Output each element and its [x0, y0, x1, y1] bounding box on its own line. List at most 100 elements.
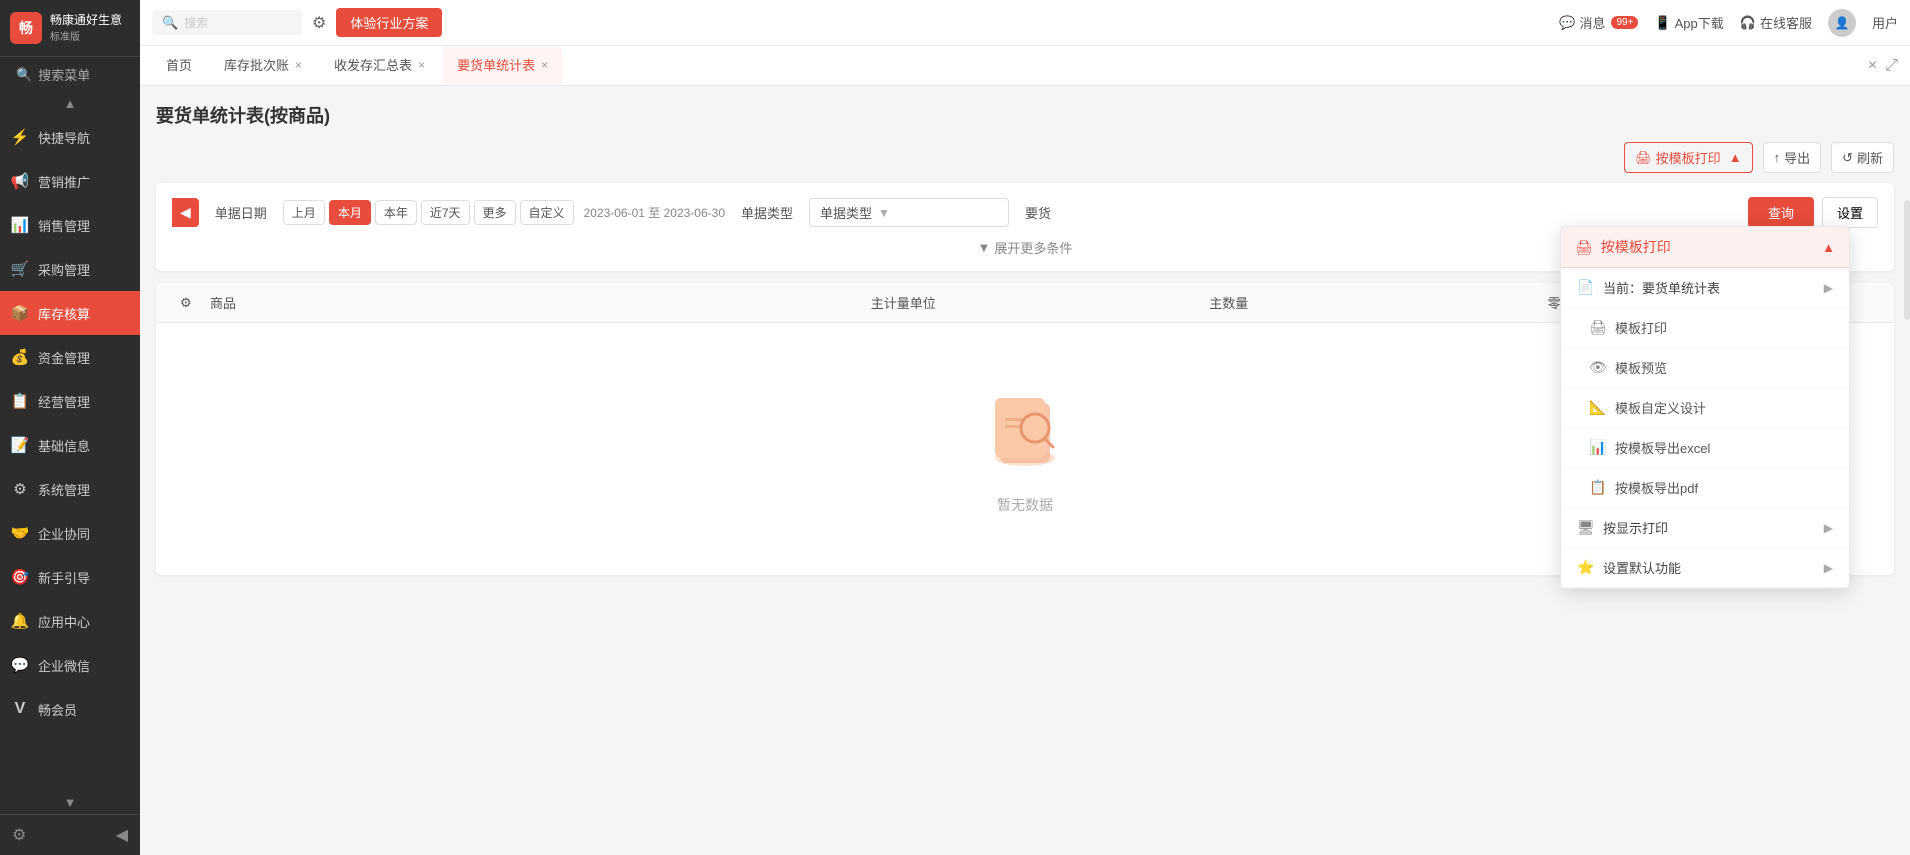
print-dropdown-collapse-icon[interactable]: ▲ — [1822, 240, 1835, 255]
system-label: 系统管理 — [38, 480, 90, 499]
sidebar-item-cooperation[interactable]: 🤝 企业协同 — [0, 511, 140, 555]
marketing-icon: 📢 — [10, 171, 30, 191]
doc-type-select[interactable]: 单据类型 ▼ — [809, 198, 1009, 227]
quick-nav-icon: ⚡ — [10, 127, 30, 147]
template-export-excel-label: 按模板导出excel — [1615, 438, 1710, 457]
tab-order-stats[interactable]: 要货单统计表 × — [443, 47, 562, 84]
tab-maximize-icon[interactable]: ⤢ — [1885, 57, 1898, 75]
set-default-item[interactable]: ⭐ 设置默认功能 ▶ — [1561, 548, 1849, 588]
date-btn-this-month[interactable]: 本月 — [329, 200, 371, 225]
col-unit: 主计量单位 — [863, 293, 1201, 312]
main-area: 🔍 搜索 ⚙ 体验行业方案 💬 消息 99+ 📱 App下载 🎧 在线客服 👤 … — [140, 0, 1910, 855]
sidebar-item-sales[interactable]: 📊 销售管理 — [0, 203, 140, 247]
template-export-pdf-label: 按模板导出pdf — [1615, 478, 1698, 497]
sidebar-collapse-icon[interactable]: ◀ — [116, 825, 128, 845]
query-btn[interactable]: 查询 — [1748, 197, 1814, 228]
display-print-label: 按显示打印 — [1603, 518, 1814, 537]
tab-batch-accounts-close[interactable]: × — [295, 58, 302, 72]
operations-label: 经营管理 — [38, 392, 90, 411]
date-filter-label: 单据日期 — [215, 203, 267, 222]
app-name-block: 畅康通好生意 标准版 — [50, 13, 122, 44]
tab-home[interactable]: 首页 — [152, 47, 206, 84]
app-download-btn[interactable]: 📱 App下载 — [1654, 13, 1723, 32]
guide-label: 新手引导 — [38, 568, 90, 587]
sidebar-item-purchase[interactable]: 🛒 采购管理 — [0, 247, 140, 291]
template-export-excel-item[interactable]: 📊 按模板导出excel — [1561, 428, 1849, 468]
set-default-icon: ⭐ — [1577, 559, 1593, 576]
sidebar-item-operations[interactable]: 📋 经营管理 — [0, 379, 140, 423]
empty-icon — [975, 383, 1075, 483]
tab-order-stats-close[interactable]: × — [541, 58, 548, 72]
col-settings[interactable]: ⚙ — [172, 295, 202, 311]
template-export-pdf-item[interactable]: 📋 按模板导出pdf — [1561, 468, 1849, 508]
template-design-item[interactable]: 📐 模板自定义设计 — [1561, 388, 1849, 428]
sidebar-scroll-down[interactable]: ▼ — [0, 791, 140, 814]
sidebar-settings-icon[interactable]: ⚙ — [12, 825, 26, 845]
user-name[interactable]: 用户 — [1872, 13, 1898, 32]
current-template-label: 当前：要货单统计表 — [1603, 278, 1814, 297]
template-print-item[interactable]: 🖨 模板打印 — [1561, 308, 1849, 348]
set-default-arrow-icon: ▶ — [1824, 561, 1833, 575]
date-btn-more[interactable]: 更多 — [474, 200, 516, 225]
date-btn-7days[interactable]: 近7天 — [421, 200, 470, 225]
settings-btn[interactable]: 设置 — [1822, 197, 1878, 228]
export-btn[interactable]: ↑ 导出 — [1763, 142, 1822, 173]
tab-batch-accounts-label: 库存批次账 — [224, 55, 289, 74]
sidebar-item-wechat[interactable]: 💬 企业微信 — [0, 643, 140, 687]
sidebar-item-marketing[interactable]: 📢 营销推广 — [0, 159, 140, 203]
wechat-icon: 💬 — [10, 655, 30, 675]
app-version: 标准版 — [50, 28, 122, 43]
app-center-label: 应用中心 — [38, 612, 90, 631]
template-design-label: 模板自定义设计 — [1615, 398, 1706, 417]
current-template-arrow-icon: ▶ — [1824, 281, 1833, 295]
template-print-icon: 🖨 — [1589, 319, 1605, 336]
template-export-excel-icon: 📊 — [1589, 439, 1605, 456]
inventory-icon: 📦 — [10, 303, 30, 323]
date-btn-this-year[interactable]: 本年 — [375, 200, 417, 225]
refresh-btn[interactable]: ↺ 刷新 — [1831, 142, 1894, 173]
sidebar-item-inventory[interactable]: 📦 库存核算 — [0, 291, 140, 335]
template-preview-item[interactable]: 👁 模板预览 — [1561, 348, 1849, 388]
print-dropdown-title-label: 按模板打印 — [1601, 237, 1671, 257]
date-filter-group: 上月 本月 本年 近7天 更多 自定义 2023-06-01 至 2023-06… — [283, 200, 725, 225]
date-btn-custom[interactable]: 自定义 — [520, 200, 574, 225]
sidebar-item-system[interactable]: ⚙ 系统管理 — [0, 467, 140, 511]
tab-window-close-icon[interactable]: × — [1868, 57, 1877, 75]
sidebar-item-membership[interactable]: V 畅会员 — [0, 687, 140, 731]
topbar-search[interactable]: 🔍 搜索 — [152, 10, 302, 35]
tab-batch-accounts[interactable]: 库存批次账 × — [210, 47, 316, 84]
sidebar-bottom: ⚙ ◀ — [0, 814, 140, 855]
print-btn[interactable]: 🖨 按模板打印 ▲ — [1624, 142, 1752, 173]
system-icon: ⚙ — [10, 479, 30, 499]
sidebar-item-app-center[interactable]: 🔔 应用中心 — [0, 599, 140, 643]
refresh-btn-label: 刷新 — [1857, 148, 1883, 167]
tab-home-label: 首页 — [166, 55, 192, 74]
tab-receipt-summary-label: 收发存汇总表 — [334, 55, 412, 74]
topbar-search-icon: 🔍 — [162, 15, 178, 31]
tab-receipt-summary[interactable]: 收发存汇总表 × — [320, 47, 439, 84]
quick-nav-label: 快捷导航 — [38, 128, 90, 147]
online-service-btn[interactable]: 🎧 在线客服 — [1740, 13, 1812, 32]
current-template-item[interactable]: 📄 当前：要货单统计表 ▶ — [1561, 268, 1849, 308]
date-btn-last-month[interactable]: 上月 — [283, 200, 325, 225]
display-print-item[interactable]: 🖥 按显示打印 ▶ — [1561, 508, 1849, 548]
filter-toggle-btn[interactable]: ◀ — [172, 198, 199, 227]
app-name: 畅康通好生意 — [50, 13, 122, 29]
messages-btn[interactable]: 💬 消息 99+ — [1559, 13, 1638, 32]
trial-btn[interactable]: 体验行业方案 — [336, 8, 442, 37]
sidebar-scroll-up[interactable]: ▲ — [0, 92, 140, 115]
sidebar-item-basic-info[interactable]: 📝 基础信息 — [0, 423, 140, 467]
sidebar-item-guide[interactable]: 🎯 新手引导 — [0, 555, 140, 599]
vertical-scrollbar[interactable] — [1904, 200, 1910, 320]
avatar-icon: 👤 — [1835, 16, 1850, 30]
set-default-label: 设置默认功能 — [1603, 558, 1814, 577]
user-avatar[interactable]: 👤 — [1828, 9, 1856, 37]
page-title: 要货单统计表(按商品) — [156, 102, 1894, 128]
sidebar-item-finance[interactable]: 💰 资金管理 — [0, 335, 140, 379]
print-dropdown-header: 🖨 按模板打印 ▲ — [1561, 227, 1849, 268]
sidebar-item-quick-nav[interactable]: ⚡ 快捷导航 — [0, 115, 140, 159]
sidebar-search-item[interactable]: 🔍 搜索菜单 — [0, 57, 140, 92]
topbar-settings-icon[interactable]: ⚙ — [312, 13, 326, 33]
tab-receipt-summary-close[interactable]: × — [418, 58, 425, 72]
date-range-display: 2023-06-01 至 2023-06-30 — [584, 204, 725, 221]
